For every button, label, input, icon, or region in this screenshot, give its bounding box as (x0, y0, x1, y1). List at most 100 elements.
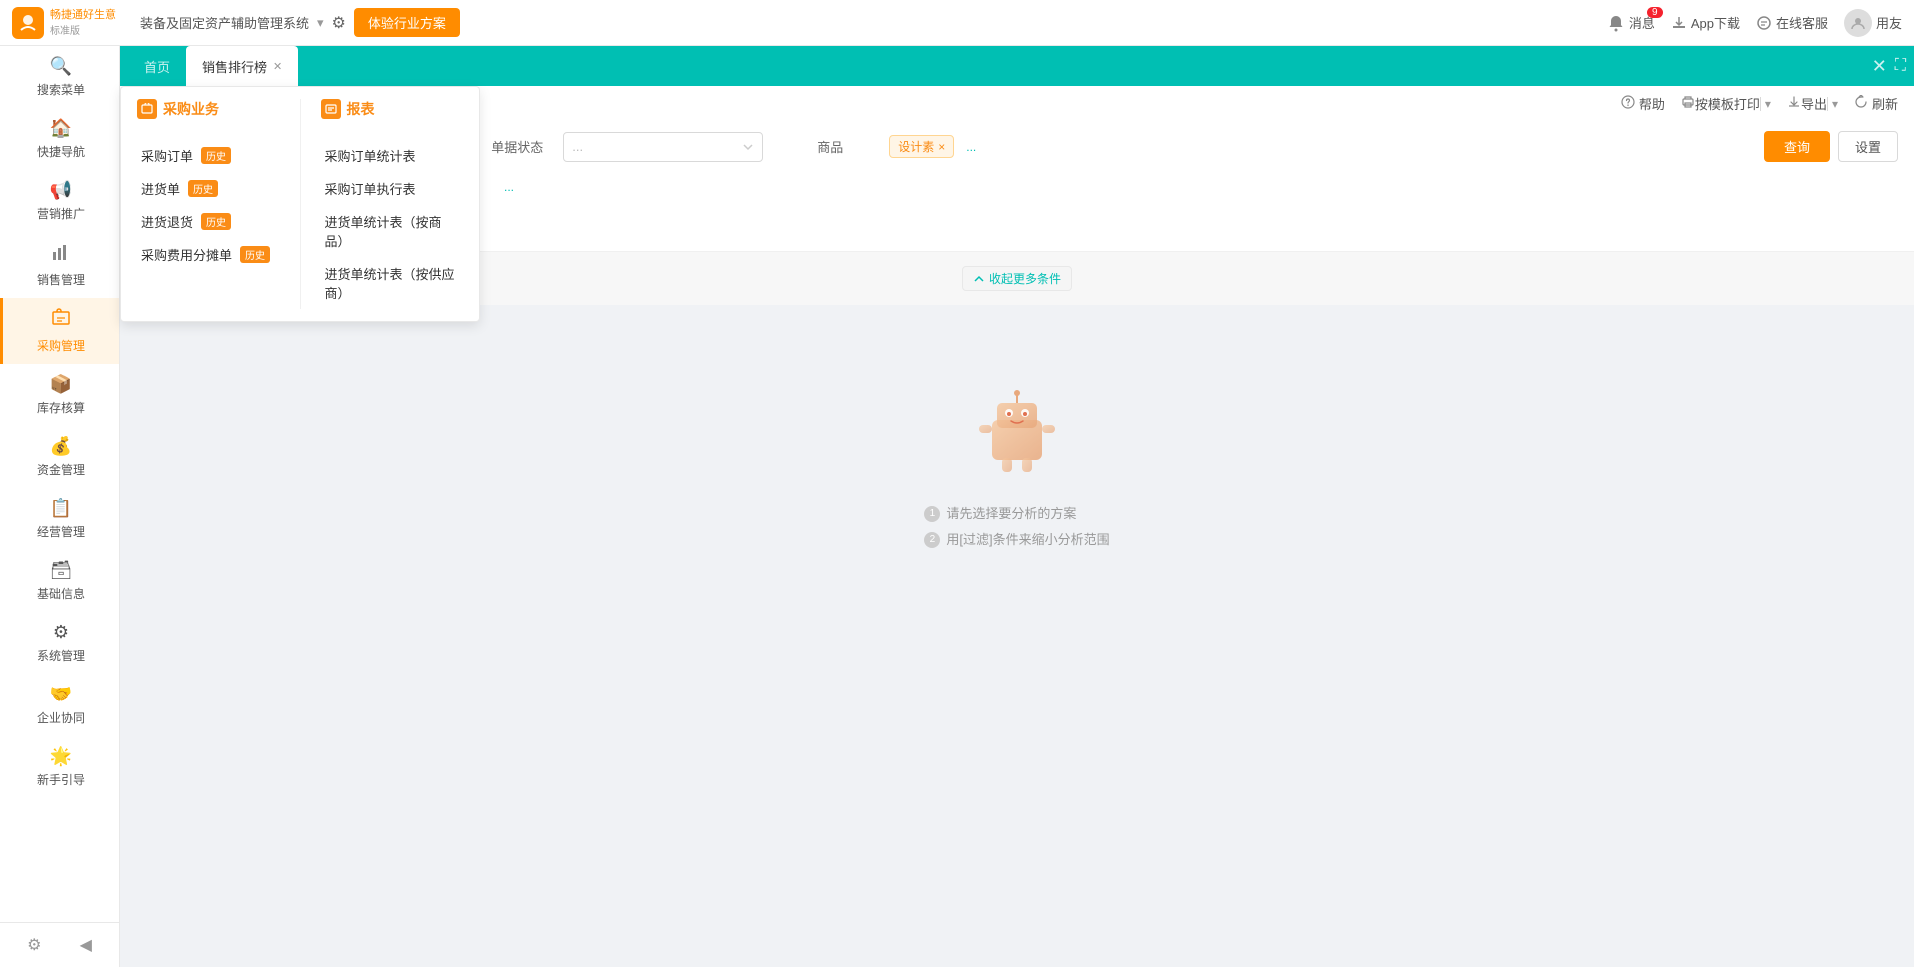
online-service[interactable]: 在线客服 (1756, 13, 1828, 32)
goods-tag: 设计素 × (889, 135, 954, 158)
megaphone-icon: 📢 (50, 180, 72, 201)
dropdown-col-purchase: 采购业务 采购订单 历史 进货单 历史 进货退货 历史 采购费用分摊单 历史 (121, 99, 296, 309)
chart-icon (51, 242, 71, 267)
sidebar-item-label: 新手引导 (37, 771, 85, 788)
tab-bar-maximize-icon[interactable]: ⛶ (1895, 57, 1906, 75)
sidebar-item-label: 经营管理 (37, 523, 85, 540)
user-label: 用友 (1876, 13, 1902, 32)
logo-area: 畅捷通好生意 标准版 (12, 7, 132, 39)
dropdown-item-inbound-stat-goods[interactable]: 进货单统计表（按商品） (321, 205, 464, 257)
print-icon (1681, 95, 1695, 112)
system-icon: ⚙ (53, 622, 69, 643)
dropdown-item-inbound-stat-supplier[interactable]: 进货单统计表（按供应商） (321, 257, 464, 309)
tab-sales-rank-label: 销售排行榜 (202, 57, 267, 76)
sidebar-item-basic[interactable]: 🗃 基础信息 (0, 550, 119, 612)
refresh-action[interactable]: 刷新 (1854, 94, 1898, 113)
tab-bar-close-icon[interactable]: ✕ (1872, 56, 1887, 77)
collapse-up-icon (973, 273, 985, 285)
user-avatar (1844, 9, 1872, 37)
history-badge-2: 历史 (201, 213, 231, 230)
tab-bar: 首页 销售排行榜 ✕ ✕ ⛶ (120, 46, 1914, 86)
sidebar-item-sales[interactable]: 销售管理 (0, 232, 119, 298)
history-badge-0: 历史 (201, 147, 231, 164)
header-middle: 装备及固定资产辅助管理系统 ▾ ⚙ 体验行业方案 (140, 8, 1607, 37)
goods-more[interactable]: ... (966, 140, 976, 154)
header-right: 消息 9 App下载 在线客服 用友 (1607, 9, 1902, 37)
empty-tip-2: 用[过滤]条件来缩小分析范围 (946, 527, 1109, 553)
export-arrow[interactable]: ▾ (1827, 97, 1838, 111)
export-action[interactable]: 导出 ▾ (1787, 94, 1838, 113)
sidebar-item-label: 采购管理 (37, 337, 85, 354)
dropdown-purchase-title: 采购业务 (137, 99, 280, 127)
goods-tag-close[interactable]: × (938, 140, 945, 154)
user-area[interactable]: 用友 (1844, 9, 1902, 37)
print-arrow[interactable]: ▾ (1760, 97, 1771, 111)
app-download[interactable]: App下载 (1671, 13, 1740, 32)
sidebar-settings-icon[interactable]: ⚙ (27, 935, 41, 955)
logo-icon (12, 7, 44, 39)
tip-num-2: 2 (924, 532, 940, 548)
dropdown-item-return[interactable]: 进货退货 历史 (137, 205, 280, 238)
print-label: 按模板打印 (1695, 94, 1760, 113)
sidebar-item-purchase[interactable]: 采购管理 (0, 298, 119, 364)
empty-state: 1 请先选择要分析的方案 2 用[过滤]条件来缩小分析范围 (120, 305, 1914, 633)
sidebar-item-label: 企业协同 (37, 709, 85, 726)
query-btn[interactable]: 查询 (1764, 131, 1830, 162)
home-icon: 🏠 (50, 118, 72, 139)
sidebar-item-quick-nav[interactable]: 🏠 快捷导航 (0, 108, 119, 170)
empty-illustration (967, 385, 1067, 485)
box-icon: 📦 (50, 374, 72, 395)
tab-sales-rank[interactable]: 销售排行榜 ✕ (186, 46, 298, 86)
history-badge-1: 历史 (188, 180, 218, 197)
sidebar-item-search[interactable]: 🔍 搜索菜单 (0, 46, 119, 108)
sidebar: 🔍 搜索菜单 🏠 快捷导航 📢 营销推广 销售管理 采购管理 📦 库存核算 💰 … (0, 46, 120, 967)
dropdown-divider (300, 99, 301, 309)
notification-area[interactable]: 消息 9 (1607, 13, 1655, 32)
dropdown-item-purchase-stat[interactable]: 采购订单统计表 (321, 139, 464, 172)
collapse-btn[interactable]: 收起更多条件 (962, 266, 1072, 291)
order-status-input[interactable]: ... (572, 139, 738, 154)
star-icon: 🌟 (50, 746, 72, 767)
settings-icon[interactable]: ⚙ (332, 13, 346, 33)
dropdown-col-report: 报表 采购订单统计表 采购订单执行表 进货单统计表（按商品） 进货单统计表（按供… (305, 99, 480, 309)
export-label: 导出 (1801, 94, 1827, 113)
salesman-more[interactable]: ... (504, 180, 514, 194)
dropdown-item-inbound[interactable]: 进货单 历史 (137, 172, 280, 205)
sidebar-item-marketing[interactable]: 📢 营销推广 (0, 170, 119, 232)
help-action[interactable]: 帮助 (1621, 94, 1665, 113)
refresh-icon (1854, 95, 1868, 112)
help-icon (1621, 95, 1635, 112)
sidebar-item-label: 库存核算 (37, 399, 85, 416)
empty-tips: 1 请先选择要分析的方案 2 用[过滤]条件来缩小分析范围 (924, 501, 1109, 553)
sidebar-item-guide[interactable]: 🌟 新手引导 (0, 736, 119, 798)
tip-num-1: 1 (924, 506, 940, 522)
search-icon: 🔍 (50, 56, 72, 77)
sidebar-bottom: ⚙ ◀ (0, 922, 119, 967)
sidebar-item-label: 营销推广 (37, 205, 85, 222)
sidebar-item-stock[interactable]: 📦 库存核算 (0, 364, 119, 426)
tab-home-label: 首页 (144, 57, 170, 76)
dropdown-item-purchase-exec[interactable]: 采购订单执行表 (321, 172, 464, 205)
sidebar-item-label: 系统管理 (37, 647, 85, 664)
sidebar-item-operation[interactable]: 📋 经营管理 (0, 488, 119, 550)
print-action[interactable]: 按模板打印 ▾ (1681, 94, 1771, 113)
system-dropdown-icon[interactable]: ▾ (317, 15, 324, 31)
refresh-label: 刷新 (1872, 94, 1898, 113)
goods-label: 商品 (817, 137, 877, 156)
help-label: 帮助 (1639, 94, 1665, 113)
goods-tag-text: 设计素 (898, 138, 934, 155)
purchase-icon (51, 308, 71, 333)
sidebar-item-capital[interactable]: 💰 资金管理 (0, 426, 119, 488)
dropdown-item-expense[interactable]: 采购费用分摊单 历史 (137, 238, 280, 271)
sidebar-item-cooperation[interactable]: 🤝 企业协同 (0, 674, 119, 736)
tab-home[interactable]: 首页 (128, 46, 186, 86)
sidebar-collapse-icon[interactable]: ◀ (80, 935, 92, 955)
sidebar-item-system[interactable]: ⚙ 系统管理 (0, 612, 119, 674)
sidebar-item-label: 资金管理 (37, 461, 85, 478)
dropdown-item-purchase-order[interactable]: 采购订单 历史 (137, 139, 280, 172)
notification-count: 9 (1647, 7, 1663, 18)
tab-close-icon[interactable]: ✕ (273, 60, 282, 73)
industry-btn[interactable]: 体验行业方案 (354, 8, 460, 37)
purchase-col-icon (137, 99, 157, 119)
settings-btn[interactable]: 设置 (1838, 131, 1898, 162)
